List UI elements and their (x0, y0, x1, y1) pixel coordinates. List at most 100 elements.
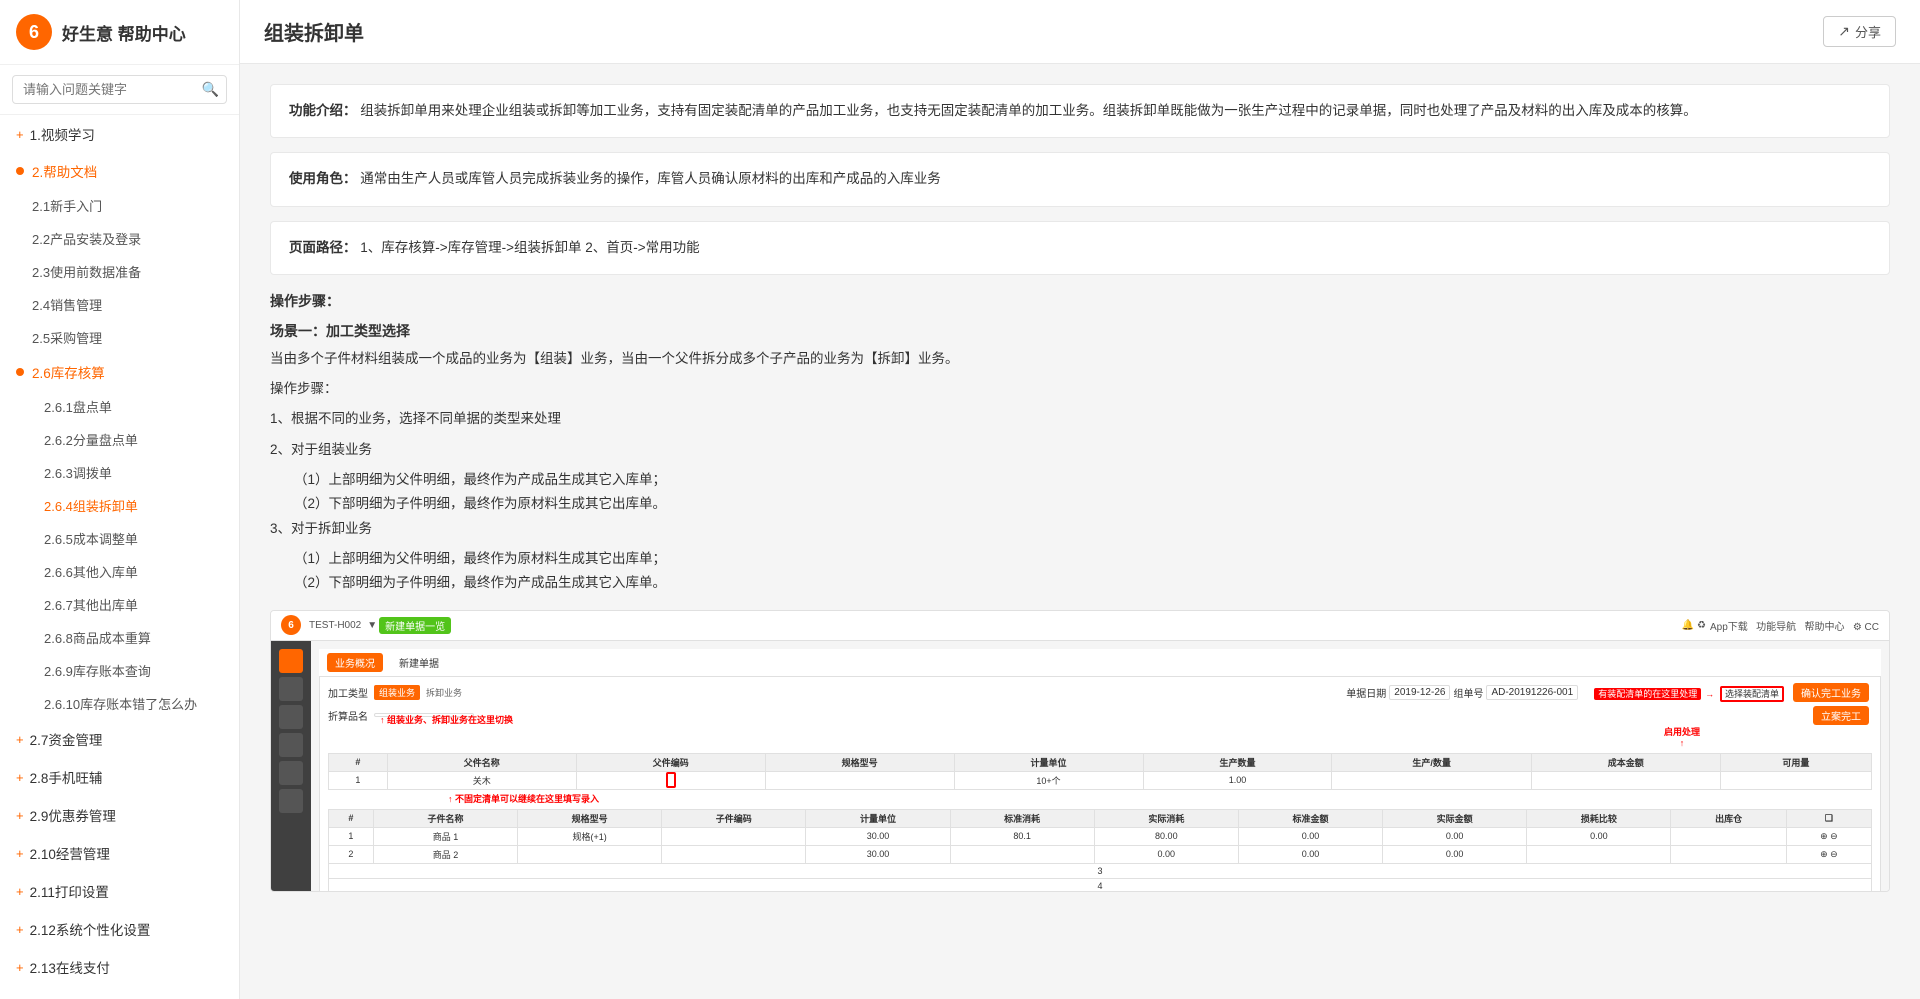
sidebar-item-2-6-8[interactable]: 2.6.8商品成本重算 (0, 621, 239, 654)
step2-sub1: （1）上部明细为父件明细，最终作为产成品生成其它入库单； (294, 468, 1890, 492)
table-row: 4 (329, 878, 1872, 891)
mock-logo: 6 (281, 615, 301, 635)
sidebar-item-install[interactable]: 2.2产品安装及登录 (0, 222, 239, 255)
scene1-title: 场景一：加工类型选择 (270, 321, 1890, 341)
mock-t2-r1-action: ⊕ ⊖ (1786, 827, 1871, 845)
sidebar-item-2-6-2[interactable]: 2.6.2分量盘点单 (0, 423, 239, 456)
page-header: 组装拆卸单 ↗ 分享 (240, 0, 1920, 64)
mock-t2-r1-name: 商品 1 (373, 827, 517, 845)
mock-pcode-input[interactable] (666, 772, 676, 788)
search-input[interactable] (12, 75, 227, 104)
sidebar-item-sales[interactable]: 2.4销售管理 (0, 288, 239, 321)
mock-date-label: 单据日期 (1346, 685, 1386, 700)
mock-t2-hash: # (329, 809, 374, 827)
sidebar-item-video[interactable]: + 1.视频学习 (0, 115, 239, 153)
sidebar-item-personalize[interactable]: + 2.12系统个性化设置 (0, 910, 239, 948)
sidebar-item-2-6-9[interactable]: 2.6.9库存账本查询 (0, 654, 239, 687)
mock-t2-r2-action: ⊕ ⊖ (1786, 845, 1871, 863)
mock-t2-std-amt: 标准金额 (1238, 809, 1382, 827)
expand-icon-mobile: + (16, 770, 24, 785)
mock-select-bom-btn[interactable]: 选择装配清单 (1720, 686, 1784, 702)
mock-sidebar-icon-3 (279, 705, 303, 729)
role-label: 使用角色： (289, 171, 357, 186)
mock-form-area: 加工类型 组装业务 拆卸业务 单据日期 2019-12-26 组单号 AD-20… (319, 677, 1881, 891)
sidebar-item-2-6-6[interactable]: 2.6.6其他入库单 (0, 555, 239, 588)
mock-t2-r1-stdamt: 0.00 (1238, 827, 1382, 845)
mock-t2-r1-spec: 规格(+1) (518, 827, 662, 845)
step2-sub2: （2）下部明细为子件明细，最终作为原材料生成其它出库单。 (294, 492, 1890, 516)
mock-no-value[interactable]: AD-20191226-001 (1486, 685, 1578, 700)
mock-cell-no: 1 (329, 771, 388, 789)
mock-t2-wh: 出库仓 (1671, 809, 1786, 827)
expand-icon-onlinepay: + (16, 960, 24, 975)
main-content: 功能介绍： 组装拆卸单用来处理企业组装或拆卸等加工业务，支持有固定装配清单的产品… (240, 64, 1920, 999)
mock-annotation-text: 有装配清单的在这里处理 (1594, 688, 1701, 700)
mock-cell-cost (1531, 771, 1720, 789)
sidebar-item-mobile[interactable]: + 2.8手机旺辅 (0, 758, 239, 796)
share-button[interactable]: ↗ 分享 (1823, 16, 1896, 47)
sidebar-item-faq[interactable]: + 2.14常见问题 (0, 986, 239, 999)
mock-new-btn[interactable]: 新建单据一览 (379, 617, 451, 634)
mock-t2-r1-wh (1671, 827, 1786, 845)
mock-t2-r1-code (662, 827, 806, 845)
mock-col-avail: 可用量 (1720, 753, 1871, 771)
mock-cell-prod-qty: 1.00 (1143, 771, 1332, 789)
sidebar-item-finance[interactable]: + 2.7资金管理 (0, 720, 239, 758)
sidebar-item-docs[interactable]: 2.帮助文档 (0, 153, 239, 189)
logo-icon: 6 (16, 14, 52, 50)
mock-t2-spec: 规格型号 (518, 809, 662, 827)
mock-t2-act-amt: 实际金额 (1383, 809, 1527, 827)
mock-t2-r1-act: 80.00 (1094, 827, 1238, 845)
mock-t2-r2-code (662, 845, 806, 863)
sidebar-item-print[interactable]: + 2.11打印设置 (0, 872, 239, 910)
mock-main-content: 业务概况 新建单据 加工类型 组装业务 拆卸业务 (311, 641, 1889, 891)
mock-confirm-btn[interactable]: 确认完工业务 (1793, 683, 1869, 702)
mock-tab-2[interactable]: 新建单据 (391, 653, 447, 672)
mock-t2-r2-unit: 30.00 (806, 845, 950, 863)
mock-date-value[interactable]: 2019-12-26 (1389, 685, 1450, 700)
sidebar-item-2-6-7[interactable]: 2.6.7其他出库单 (0, 588, 239, 621)
table-row: 3 (329, 863, 1872, 878)
mock-sidebar-icon-1 (279, 649, 303, 673)
mock-t2-r1-no: 1 (329, 827, 374, 845)
mock-annotation-area: 有装配清单的在这里处理 → 选择装配清单 (1594, 684, 1784, 700)
sidebar-item-2-6-10[interactable]: 2.6.10库存账本错了怎么办 (0, 687, 239, 720)
sidebar-item-inventory[interactable]: 2.6库存核算 (0, 354, 239, 390)
main-area: 组装拆卸单 ↗ 分享 功能介绍： 组装拆卸单用来处理企业组装或拆卸等加工业务，支… (240, 0, 1920, 999)
mock-company: TEST-H002 (309, 620, 361, 631)
sidebar-item-data-prep[interactable]: 2.3使用前数据准备 (0, 255, 239, 288)
sidebar-item-2-6-1[interactable]: 2.6.1盘点单 (0, 390, 239, 423)
mock-tab-bar: 业务概况 新建单据 (319, 649, 1881, 677)
mock-cell-pname: 关木 (387, 771, 576, 789)
page-title: 组装拆卸单 (264, 17, 364, 46)
path-box: 页面路径： 1、库存核算->库存管理->组装拆卸单 2、首页->常用功能 (270, 221, 1890, 275)
step3-sub2: （2）下部明细为子件明细，最终作为产成品生成其它入库单。 (294, 571, 1890, 595)
sidebar-item-coupon[interactable]: + 2.9优惠券管理 (0, 796, 239, 834)
mock-t2-r2-act: 0.00 (1094, 845, 1238, 863)
mock-date-field: 单据日期 2019-12-26 组单号 AD-20191226-001 (1346, 685, 1578, 700)
step3: 3、对于拆卸业务 (270, 517, 1890, 541)
mock-col-prod-qty2: 生产/数量 (1332, 753, 1531, 771)
sidebar-item-purchase[interactable]: 2.5采购管理 (0, 321, 239, 354)
mock-立案-btn[interactable]: 立案完工 (1813, 706, 1869, 725)
sidebar-item-2-6-3[interactable]: 2.6.3调拨单 (0, 456, 239, 489)
mock-t2-std-consume: 标准消耗 (950, 809, 1094, 827)
mock-t2-r2-std (950, 845, 1094, 863)
mock-topbar: 6 TEST-H002 ▼ 新建单据一览 🔔 ♻ App下载 功能导航 帮助中心… (271, 611, 1889, 641)
mock-t2-r2-spec (518, 845, 662, 863)
mock-cell-avail (1720, 771, 1871, 789)
mock-t2-r2-stdamt: 0.00 (1238, 845, 1382, 863)
expand-icon: + (16, 127, 24, 142)
sidebar-item-2-6-4[interactable]: 2.6.4组装拆卸单 (0, 489, 239, 522)
mock-form-row1b: 折算品名 启用处理 ↑ 立案完工 (328, 706, 1872, 725)
sidebar-item-ops[interactable]: + 2.10经营管理 (0, 834, 239, 872)
mock-icons: 🔔 ♻ (1682, 620, 1706, 631)
mock-t2-r2-name: 商品 2 (373, 845, 517, 863)
sidebar-item-onlinepay[interactable]: + 2.13在线支付 (0, 948, 239, 986)
search-icon[interactable]: 🔍 (202, 81, 219, 98)
sidebar-item-2-6-5[interactable]: 2.6.5成本调整单 (0, 522, 239, 555)
sidebar-item-newcomer[interactable]: 2.1新手入门 (0, 189, 239, 222)
mock-no-label: 组单号 (1453, 685, 1483, 700)
mock-tab-1[interactable]: 业务概况 (327, 653, 383, 672)
mock-cell-pcode (576, 771, 765, 789)
